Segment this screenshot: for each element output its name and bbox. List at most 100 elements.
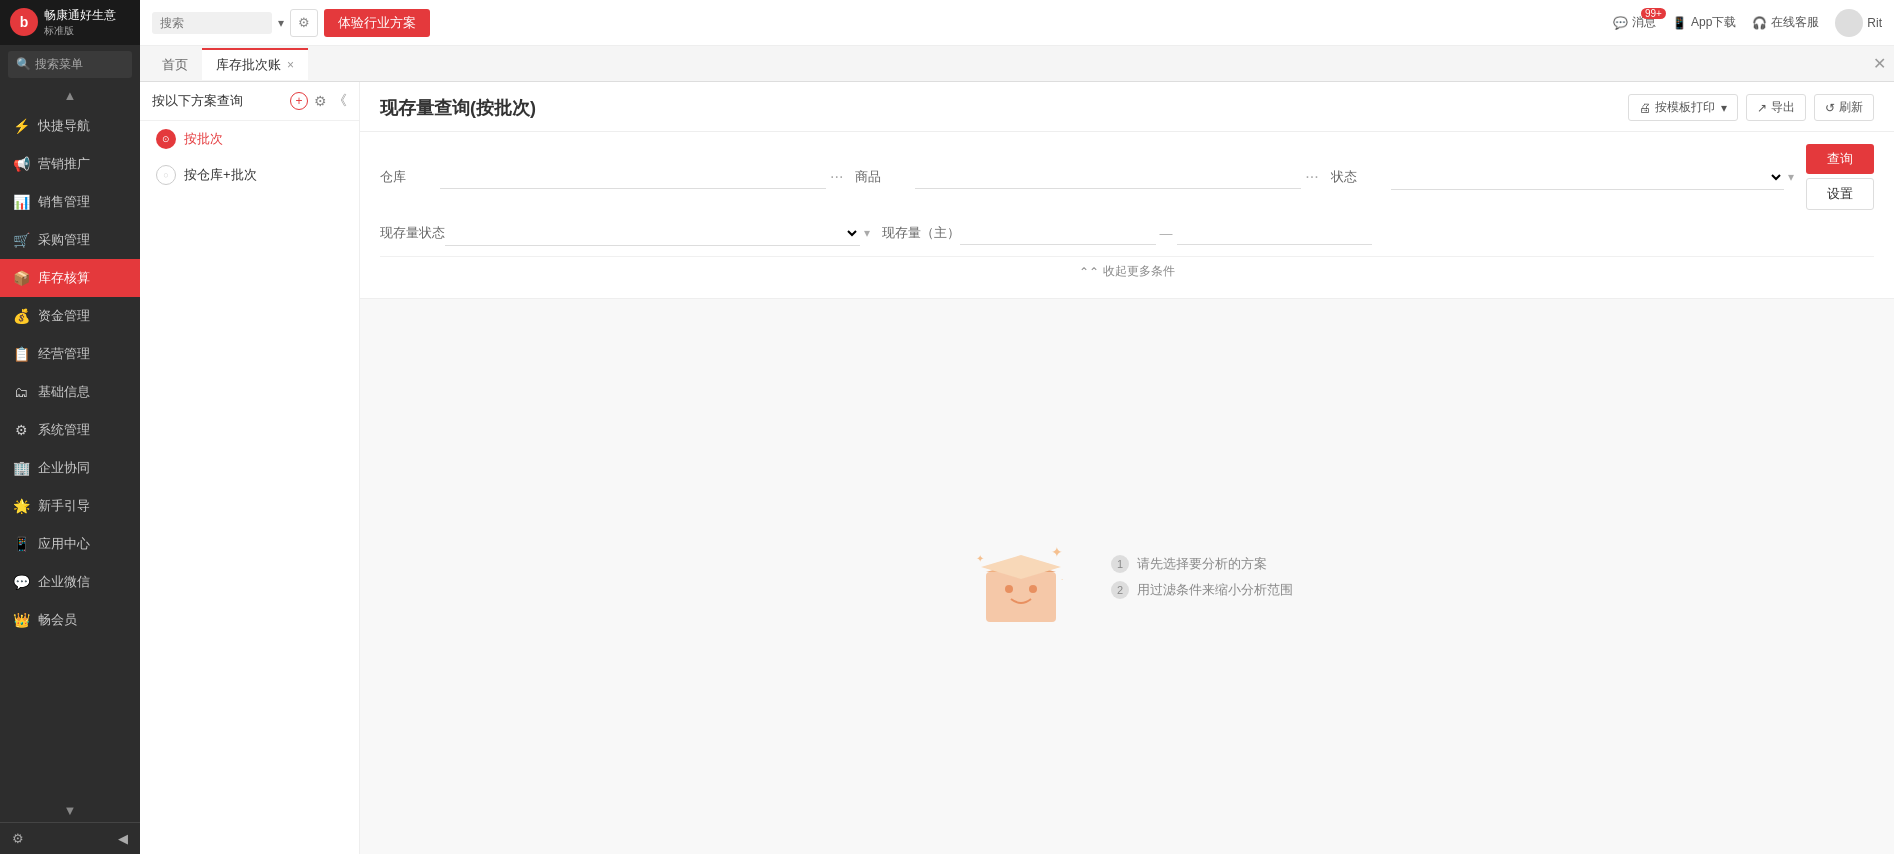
headset-icon: 🎧	[1752, 16, 1767, 30]
goods-input[interactable]	[915, 165, 1301, 189]
inventory-icon: 📦	[12, 269, 30, 287]
tab-home[interactable]: 首页	[148, 48, 202, 80]
sidebar-item-enterprise[interactable]: 🏢 企业协同	[0, 449, 140, 487]
online-service-label: 在线客服	[1771, 14, 1819, 31]
sidebar-item-finance[interactable]: 💰 资金管理	[0, 297, 140, 335]
sidebar-item-app[interactable]: 📱 应用中心	[0, 525, 140, 563]
empty-tip-1: 1 请先选择要分析的方案	[1111, 555, 1293, 573]
refresh-btn[interactable]: ↺ 刷新	[1814, 94, 1874, 121]
filter-area: 仓库 ··· 商品 ··· 状态	[360, 132, 1894, 299]
topbar-gear-btn[interactable]: ⚙	[290, 9, 318, 37]
svg-point-4	[1005, 585, 1013, 593]
page-header-actions: 🖨 按模板打印 ▾ ↗ 导出 ↺ 刷新	[1628, 94, 1874, 121]
online-service-btn[interactable]: 🎧 在线客服	[1752, 14, 1819, 31]
warehouse-more-icon[interactable]: ···	[830, 168, 843, 186]
base-icon: 🗂	[12, 383, 30, 401]
search-menu[interactable]: 🔍 搜索菜单	[8, 51, 132, 78]
sidebar-item-label: 经营管理	[38, 345, 90, 363]
scheme-item-by-warehouse-batch[interactable]: ○ 按仓库+批次	[140, 157, 359, 193]
topbar-right: 💬 消息 99+ 📱 App下载 🎧 在线客服 Rit	[1613, 9, 1882, 37]
search-menu-label: 搜索菜单	[35, 56, 83, 73]
messages-badge: 99+	[1641, 8, 1666, 19]
sidebar-item-sales[interactable]: 📊 销售管理	[0, 183, 140, 221]
empty-tips: 1 请先选择要分析的方案 2 用过滤条件来缩小分析范围	[1111, 555, 1293, 599]
collapse-panel-icon[interactable]: 《	[333, 92, 347, 110]
brand-info: 畅康通好生意 标准版	[44, 8, 116, 37]
filter-row-1: 仓库 ··· 商品 ··· 状态	[380, 144, 1874, 210]
sidebar-item-operation[interactable]: 📋 经营管理	[0, 335, 140, 373]
sidebar-item-label: 资金管理	[38, 307, 90, 325]
goods-label: 商品	[855, 168, 915, 186]
marketing-icon: 📢	[12, 155, 30, 173]
sidebar-header: b 畅康通好生意 标准版	[0, 0, 140, 45]
stock-status-select[interactable]	[445, 220, 860, 246]
brand-sub: 标准版	[44, 24, 116, 37]
template-print-btn[interactable]: 🖨 按模板打印 ▾	[1628, 94, 1738, 121]
sidebar-item-inventory[interactable]: 📦 库存核算	[0, 259, 140, 297]
settings-scheme-icon[interactable]: ⚙	[314, 93, 327, 109]
scroll-up-btn[interactable]: ▲	[0, 84, 140, 107]
stock-qty-max-input[interactable]	[1177, 221, 1373, 245]
app-download-label: App下载	[1691, 14, 1736, 31]
sidebar-item-vip[interactable]: 👑 畅会员	[0, 601, 140, 639]
sidebar-item-newbie[interactable]: 🌟 新手引导	[0, 487, 140, 525]
tab-inventory-batch[interactable]: 库存批次账 ×	[202, 48, 308, 80]
scheme-item-by-batch[interactable]: ⊙ 按批次	[140, 121, 359, 157]
stock-qty-label: 现存量（主）	[882, 224, 960, 242]
sidebar-item-marketing[interactable]: 📢 营销推广	[0, 145, 140, 183]
warehouse-input[interactable]	[440, 165, 826, 189]
warehouse-field: 仓库 ···	[380, 165, 843, 189]
sidebar-settings-icon[interactable]: ⚙	[12, 831, 24, 846]
refresh-icon: ↺	[1825, 101, 1835, 115]
status-field: 状态 ▾	[1331, 164, 1794, 190]
scheme-label-by-batch: 按批次	[184, 130, 223, 148]
tab-active-label: 库存批次账	[216, 56, 281, 74]
user-avatar	[1835, 9, 1863, 37]
brand-name: 畅康通好生意	[44, 8, 116, 24]
status-select[interactable]	[1391, 164, 1784, 190]
scheme-active-icon: ⊙	[156, 129, 176, 149]
stock-status-field: 现存量状态 ▾	[380, 220, 870, 246]
nav-menu: ⚡ 快捷导航 📢 营销推广 📊 销售管理 🛒 采购管理 📦 库存核算 💰 资金管…	[0, 107, 140, 799]
sidebar-collapse-icon[interactable]: ◀	[118, 831, 128, 846]
sidebar-item-purchase[interactable]: 🛒 采购管理	[0, 221, 140, 259]
scheme-query-label: 按以下方案查询	[152, 92, 243, 110]
sidebar-item-wechat[interactable]: 💬 企业微信	[0, 563, 140, 601]
page-header: 现存量查询(按批次) 🖨 按模板打印 ▾ ↗ 导出 ↺	[360, 82, 1894, 132]
messages-btn[interactable]: 💬 消息 99+	[1613, 14, 1656, 31]
export-icon: ↗	[1757, 101, 1767, 115]
scroll-down-btn[interactable]: ▼	[0, 799, 140, 822]
wechat-icon: 💬	[12, 573, 30, 591]
experience-btn[interactable]: 体验行业方案	[324, 9, 430, 37]
tip-1-number: 1	[1111, 555, 1129, 573]
query-btn[interactable]: 查询	[1806, 144, 1874, 174]
collapse-label: 收起更多条件	[1103, 263, 1175, 280]
status-dropdown-icon: ▾	[1788, 170, 1794, 184]
settings-btn[interactable]: 设置	[1806, 178, 1874, 210]
sidebar-item-label: 企业协同	[38, 459, 90, 477]
add-scheme-icon[interactable]: +	[290, 92, 308, 110]
svg-point-5	[1029, 585, 1037, 593]
sidebar-item-label: 快捷导航	[38, 117, 90, 135]
purchase-icon: 🛒	[12, 231, 30, 249]
sidebar-item-quick-nav[interactable]: ⚡ 快捷导航	[0, 107, 140, 145]
export-btn[interactable]: ↗ 导出	[1746, 94, 1806, 121]
tip-2-text: 用过滤条件来缩小分析范围	[1137, 581, 1293, 599]
breadcrumb-input[interactable]	[152, 12, 272, 34]
tip-1-text: 请先选择要分析的方案	[1137, 555, 1267, 573]
breadcrumb-dropdown[interactable]: ▾	[278, 16, 284, 30]
filter-collapse-btn[interactable]: ⌃⌃ 收起更多条件	[380, 256, 1874, 286]
tab-close-btn[interactable]: ×	[287, 58, 294, 72]
stock-qty-min-input[interactable]	[960, 221, 1156, 245]
tab-close-main-btn[interactable]: ✕	[1873, 54, 1886, 73]
sidebar-item-system[interactable]: ⚙ 系统管理	[0, 411, 140, 449]
quick-nav-icon: ⚡	[12, 117, 30, 135]
user-profile-btn[interactable]: Rit	[1835, 9, 1882, 37]
sidebar-item-base[interactable]: 🗂 基础信息	[0, 373, 140, 411]
app-download-btn[interactable]: 📱 App下载	[1672, 14, 1736, 31]
svg-text:✦: ✦	[1051, 544, 1063, 560]
goods-more-icon[interactable]: ···	[1305, 168, 1318, 186]
left-panel: 按以下方案查询 + ⚙ 《 ⊙ 按批次 ○ 按仓库+批次	[140, 82, 360, 854]
vip-icon: 👑	[12, 611, 30, 629]
sidebar-item-label: 销售管理	[38, 193, 90, 211]
